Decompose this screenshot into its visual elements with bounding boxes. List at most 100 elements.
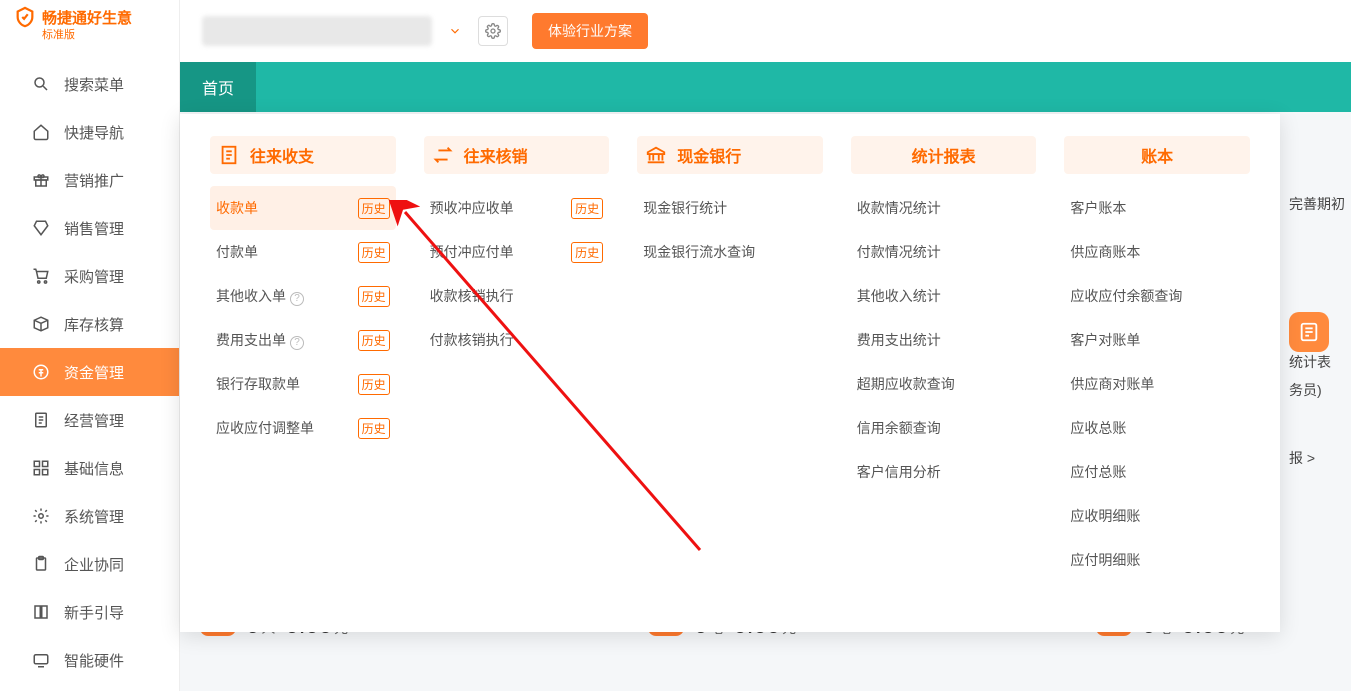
megamenu-item[interactable]: 其他收入单?历史 bbox=[210, 274, 396, 318]
megamenu-item[interactable]: 费用支出单?历史 bbox=[210, 318, 396, 362]
history-tag[interactable]: 历史 bbox=[571, 198, 603, 219]
megamenu-item-label: 付款单 bbox=[216, 242, 258, 262]
megamenu-item-label: 预收冲应收单 bbox=[430, 198, 514, 218]
sidebar-item-12[interactable]: 智能硬件 bbox=[0, 636, 179, 684]
megamenu-item[interactable]: 现金银行统计 bbox=[637, 186, 823, 230]
sidebar-item-label: 企业协同 bbox=[64, 554, 124, 575]
megamenu-item[interactable]: 付款情况统计 bbox=[851, 230, 1037, 274]
megamenu-item-label: 收款核销执行 bbox=[430, 286, 514, 306]
settings-button[interactable] bbox=[478, 16, 508, 46]
megamenu-item-label: 应收明细账 bbox=[1070, 506, 1140, 526]
mm-header: 现金银行 bbox=[637, 136, 823, 174]
history-tag[interactable]: 历史 bbox=[358, 330, 390, 351]
help-icon[interactable]: ? bbox=[290, 336, 304, 350]
megamenu-item[interactable]: 供应商对账单 bbox=[1064, 362, 1250, 406]
org-selector-blurred[interactable] bbox=[202, 16, 432, 46]
chevron-down-icon[interactable] bbox=[448, 24, 462, 38]
logo: 畅捷通好生意 标准版 bbox=[0, 0, 179, 50]
help-icon[interactable]: ? bbox=[290, 292, 304, 306]
sidebar-item-1[interactable]: 快捷导航 bbox=[0, 108, 179, 156]
sidebar-item-9[interactable]: 系统管理 bbox=[0, 492, 179, 540]
sidebar-item-6[interactable]: 资金管理 bbox=[0, 348, 179, 396]
history-tag[interactable]: 历史 bbox=[358, 242, 390, 263]
sidebar: 畅捷通好生意 标准版 搜索菜单快捷导航营销推广销售管理采购管理库存核算资金管理经… bbox=[0, 0, 180, 691]
sidebar-item-10[interactable]: 企业协同 bbox=[0, 540, 179, 588]
megamenu-item[interactable]: 应收明细账 bbox=[1064, 494, 1250, 538]
megamenu-item[interactable]: 付款核销执行 bbox=[424, 318, 610, 362]
receipt-icon bbox=[218, 144, 240, 166]
mm-col-reports: 统计报表 收款情况统计付款情况统计其他收入统计费用支出统计超期应收款查询信用余额… bbox=[851, 136, 1037, 582]
sidebar-item-7[interactable]: 经营管理 bbox=[0, 396, 179, 444]
tab-home[interactable]: 首页 bbox=[180, 62, 256, 112]
sidebar-item-0[interactable]: 搜索菜单 bbox=[0, 60, 179, 108]
megamenu-item[interactable]: 收款核销执行 bbox=[424, 274, 610, 318]
megamenu-item-label: 付款核销执行 bbox=[430, 330, 514, 350]
megamenu-item-label: 应付明细账 bbox=[1070, 550, 1140, 570]
megamenu-item[interactable]: 客户账本 bbox=[1064, 186, 1250, 230]
megamenu-item[interactable]: 客户对账单 bbox=[1064, 318, 1250, 362]
megamenu-item-label: 现金银行统计 bbox=[643, 198, 727, 218]
sidebar-item-label: 营销推广 bbox=[64, 170, 124, 191]
megamenu-item[interactable]: 信用余额查询 bbox=[851, 406, 1037, 450]
clip-icon bbox=[32, 555, 50, 573]
megamenu-item[interactable]: 费用支出统计 bbox=[851, 318, 1037, 362]
megamenu-item[interactable]: 预付冲应付单历史 bbox=[424, 230, 610, 274]
megamenu-item[interactable]: 超期应收款查询 bbox=[851, 362, 1037, 406]
sidebar-item-label: 资金管理 bbox=[64, 362, 124, 383]
history-tag[interactable]: 历史 bbox=[358, 198, 390, 219]
megamenu-item[interactable]: 应收应付余额查询 bbox=[1064, 274, 1250, 318]
megamenu-item[interactable]: 付款单 历史 bbox=[210, 230, 396, 274]
megamenu-item[interactable]: 客户信用分析 bbox=[851, 450, 1037, 494]
mm-header: 统计报表 bbox=[851, 136, 1037, 174]
megamenu-item-label: 收款情况统计 bbox=[857, 198, 941, 218]
gift-icon bbox=[32, 171, 50, 189]
sidebar-item-label: 采购管理 bbox=[64, 266, 124, 287]
history-tag[interactable]: 历史 bbox=[358, 374, 390, 395]
money-icon bbox=[32, 363, 50, 381]
megamenu-item-label: 供应商对账单 bbox=[1070, 374, 1154, 394]
sidebar-item-8[interactable]: 基础信息 bbox=[0, 444, 179, 492]
sidebar-item-2[interactable]: 营销推广 bbox=[0, 156, 179, 204]
megamenu-item-label: 客户信用分析 bbox=[857, 462, 941, 482]
megamenu-item[interactable]: 收款情况统计 bbox=[851, 186, 1037, 230]
sidebar-item-5[interactable]: 库存核算 bbox=[0, 300, 179, 348]
logo-icon bbox=[14, 6, 36, 28]
bank-icon bbox=[645, 144, 667, 166]
megamenu-item[interactable]: 应收总账 bbox=[1064, 406, 1250, 450]
book-icon bbox=[32, 603, 50, 621]
megamenu-item[interactable]: 应付明细账 bbox=[1064, 538, 1250, 582]
megamenu-item[interactable]: 供应商账本 bbox=[1064, 230, 1250, 274]
megamenu-item-label: 收款单 bbox=[216, 198, 258, 218]
sidebar-item-label: 系统管理 bbox=[64, 506, 124, 527]
topbar: 体验行业方案 bbox=[180, 0, 1351, 62]
history-tag[interactable]: 历史 bbox=[358, 286, 390, 307]
doc-icon bbox=[32, 411, 50, 429]
sidebar-item-3[interactable]: 销售管理 bbox=[0, 204, 179, 252]
mm-col-income-expense: 往来收支 收款单历史付款单历史其他收入单?历史费用支出单?历史银行存取款单历史应… bbox=[210, 136, 396, 582]
megamenu-item[interactable]: 现金银行流水查询 bbox=[637, 230, 823, 274]
right-report-icon[interactable] bbox=[1289, 312, 1329, 352]
megamenu-item[interactable]: 应收应付调整单历史 bbox=[210, 406, 396, 450]
megamenu-item[interactable]: 预收冲应收单 历史 bbox=[424, 186, 610, 230]
megamenu-item[interactable]: 应付总账 bbox=[1064, 450, 1250, 494]
tab-strip: 首页 bbox=[180, 62, 1351, 112]
megamenu-item[interactable]: 收款单 历史 bbox=[210, 186, 396, 230]
mm-col-ledger: 账本 客户账本供应商账本应收应付余额查询客户对账单供应商对账单应收总账应付总账应… bbox=[1064, 136, 1250, 582]
sidebar-item-label: 搜索菜单 bbox=[64, 74, 124, 95]
search-icon bbox=[32, 75, 50, 93]
cta-button[interactable]: 体验行业方案 bbox=[532, 13, 648, 49]
megamenu-item-label: 应付总账 bbox=[1070, 462, 1126, 482]
history-tag[interactable]: 历史 bbox=[571, 242, 603, 263]
history-tag[interactable]: 历史 bbox=[358, 418, 390, 439]
grid-icon bbox=[32, 459, 50, 477]
sidebar-item-11[interactable]: 新手引导 bbox=[0, 588, 179, 636]
megamenu-item[interactable]: 银行存取款单历史 bbox=[210, 362, 396, 406]
gear-icon bbox=[32, 507, 50, 525]
home-icon bbox=[32, 123, 50, 141]
cart-icon bbox=[32, 267, 50, 285]
megamenu-item[interactable]: 其他收入统计 bbox=[851, 274, 1037, 318]
mm-header: 往来收支 bbox=[210, 136, 396, 174]
sidebar-item-label: 新手引导 bbox=[64, 602, 124, 623]
mm-header: 账本 bbox=[1064, 136, 1250, 174]
sidebar-item-4[interactable]: 采购管理 bbox=[0, 252, 179, 300]
